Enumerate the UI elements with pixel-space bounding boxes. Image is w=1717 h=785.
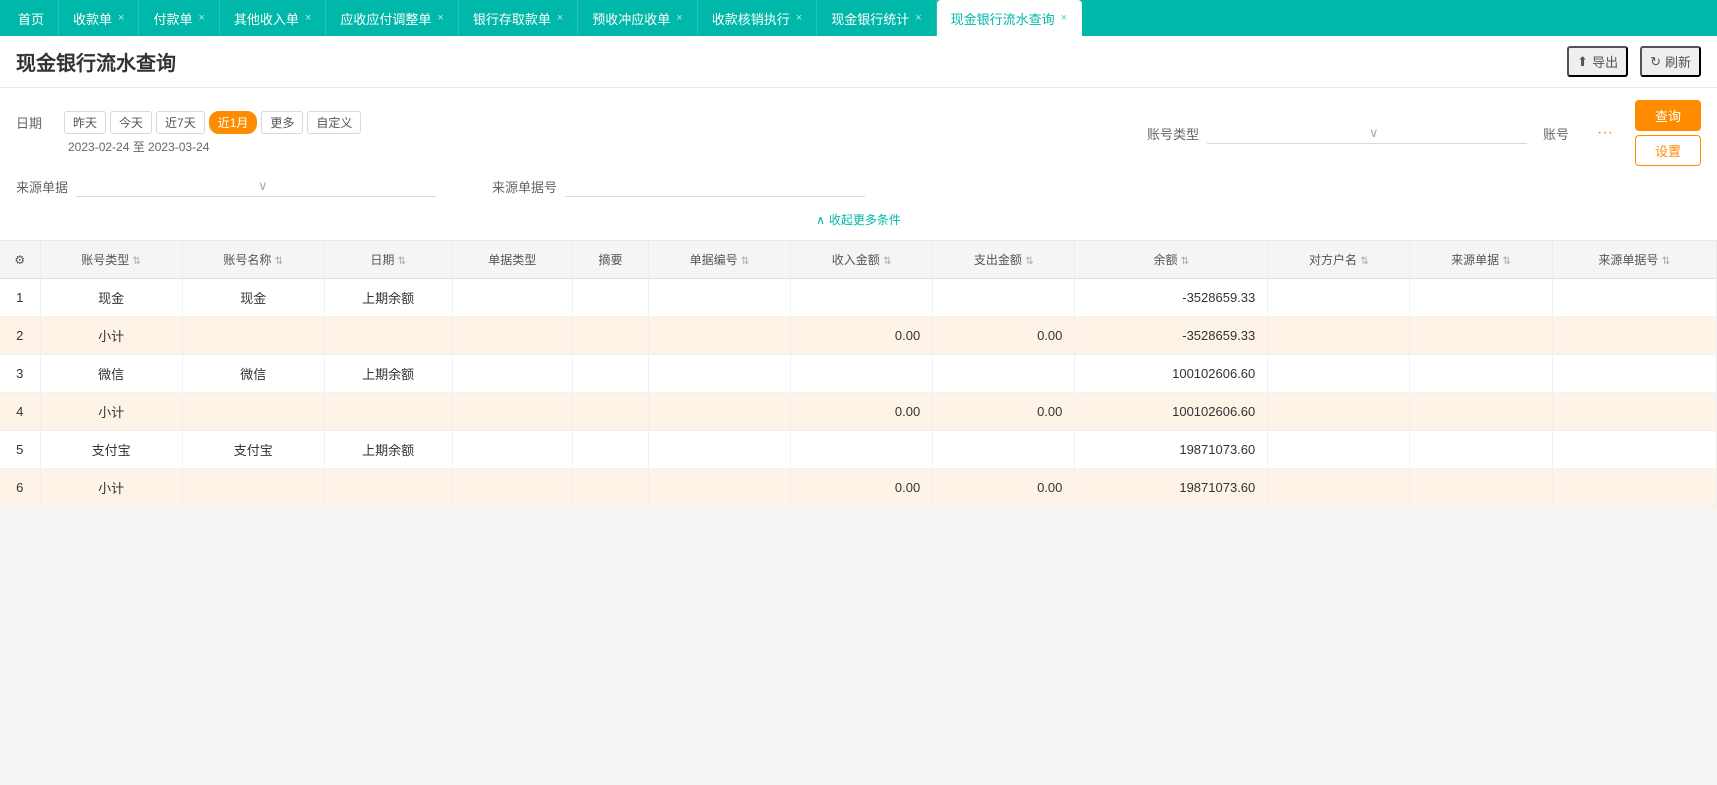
table-row: 3微信微信上期余额100102606.60 [0,355,1717,393]
date-option-自定义[interactable]: 自定义 [307,111,361,134]
table-body: 1现金现金上期余额-3528659.332小计0.000.00-3528659.… [0,279,1717,507]
date-label: 日期 [16,113,56,132]
col-header-3[interactable]: 日期 ⇅ [324,241,452,279]
collapse-up-icon: ∧ [816,213,825,227]
account-type-label: 账号类型 [1147,124,1199,143]
nav-close-icon[interactable]: × [557,12,563,24]
sort-icon-8: ⇅ [1025,256,1033,267]
date-range: 2023-02-24 至 2023-03-24 [68,140,209,154]
gear-icon[interactable]: ⚙ [14,253,25,267]
date-option-近7天[interactable]: 近7天 [156,111,205,134]
nav-close-icon[interactable]: × [437,12,443,24]
filter-row-2: 来源单据 ∨ 来源单据号 [16,176,1701,197]
account-label: 账号 [1543,124,1583,143]
date-option-昨天[interactable]: 昨天 [64,111,106,134]
table-row: 2小计0.000.00-3528659.33 [0,317,1717,355]
nav-close-icon[interactable]: × [796,12,802,24]
col-header-11[interactable]: 来源单据 ⇅ [1410,241,1552,279]
refresh-button[interactable]: ↻ 刷新 [1640,46,1701,77]
table-row: 6小计0.000.0019871073.60 [0,469,1717,507]
source-doc-no-filter: 来源单据号 [492,177,865,197]
nav-item-现金银行流水查询[interactable]: 现金银行流水查询× [937,0,1082,36]
account-type-select[interactable]: ∨ [1207,123,1527,144]
col-header-6[interactable]: 单据编号 ⇅ [648,241,790,279]
account-ellipsis[interactable]: ··· [1591,124,1619,142]
header-actions: ⬆ 导出 ↻ 刷新 [1567,46,1701,77]
sort-icon-7: ⇅ [883,256,891,267]
collapse-label: 收起更多条件 [829,211,901,228]
filter-area: 日期 昨天今天近7天近1月更多自定义 2023-02-24 至 2023-03-… [0,88,1717,241]
nav-close-icon[interactable]: × [305,12,311,24]
nav-item-银行存取款单[interactable]: 银行存取款单× [459,0,578,36]
table-header: ⚙ 账号类型 ⇅账号名称 ⇅日期 ⇅单据类型摘要单据编号 ⇅收入金额 ⇅支出金额 … [0,241,1717,279]
settings-button[interactable]: 设置 [1635,135,1701,166]
col-header-10[interactable]: 对方户名 ⇅ [1268,241,1410,279]
nav-item-收款单[interactable]: 收款单× [59,0,139,36]
source-doc-no-label: 来源单据号 [492,177,557,196]
col-header-5: 摘要 [573,241,649,279]
date-option-近1月[interactable]: 近1月 [209,111,258,134]
table-row: 4小计0.000.00100102606.60 [0,393,1717,431]
nav-item-收款核销执行[interactable]: 收款核销执行× [698,0,817,36]
sort-icon-12: ⇅ [1662,256,1670,267]
sort-icon-3: ⇅ [398,256,406,267]
nav-item-预收冲应收单[interactable]: 预收冲应收单× [578,0,697,36]
col-header-8[interactable]: 支出金额 ⇅ [933,241,1075,279]
page-title: 现金银行流水查询 [16,47,176,76]
source-doc-no-input[interactable] [565,177,865,197]
col-header-12[interactable]: 来源单据号 ⇅ [1552,241,1716,279]
export-button[interactable]: ⬆ 导出 [1567,46,1628,77]
col-header-2[interactable]: 账号名称 ⇅ [182,241,324,279]
collapse-bar[interactable]: ∧ 收起更多条件 [16,207,1701,228]
nav-item-现金银行统计[interactable]: 现金银行统计× [817,0,936,36]
filter-row-1: 日期 昨天今天近7天近1月更多自定义 2023-02-24 至 2023-03-… [16,100,1701,166]
export-icon: ⬆ [1577,54,1588,70]
sort-icon-10: ⇅ [1360,256,1368,267]
col-header-7[interactable]: 收入金额 ⇅ [791,241,933,279]
sort-icon-2: ⇅ [275,256,283,267]
nav-close-icon[interactable]: × [118,12,124,24]
sort-icon-11: ⇅ [1502,256,1510,267]
nav-close-icon[interactable]: × [198,12,204,24]
table-row: 5支付宝支付宝上期余额19871073.60 [0,431,1717,469]
table-row: 1现金现金上期余额-3528659.33 [0,279,1717,317]
sort-icon-1: ⇅ [133,256,141,267]
source-doc-label: 来源单据 [16,177,68,196]
page-header: 现金银行流水查询 ⬆ 导出 ↻ 刷新 [0,36,1717,88]
source-doc-filter: 来源单据 ∨ [16,176,436,197]
top-nav: 首页收款单×付款单×其他收入单×应收应付调整单×银行存取款单×预收冲应收单×收款… [0,0,1717,36]
nav-close-icon[interactable]: × [1061,12,1067,24]
account-filter: 账号 ··· [1543,124,1619,143]
account-type-chevron: ∨ [1369,125,1523,141]
source-doc-chevron: ∨ [258,178,432,194]
date-options: 昨天今天近7天近1月更多自定义 [64,111,361,134]
nav-item-付款单[interactable]: 付款单× [139,0,219,36]
nav-item-其他收入单[interactable]: 其他收入单× [220,0,326,36]
table-area: ⚙ 账号类型 ⇅账号名称 ⇅日期 ⇅单据类型摘要单据编号 ⇅收入金额 ⇅支出金额 … [0,241,1717,507]
account-type-filter: 账号类型 ∨ [1147,123,1527,144]
nav-close-icon[interactable]: × [915,12,921,24]
col-header-9[interactable]: 余额 ⇅ [1075,241,1268,279]
date-option-今天[interactable]: 今天 [110,111,152,134]
nav-item-首页[interactable]: 首页 [4,0,59,36]
nav-item-应收应付调整单[interactable]: 应收应付调整单× [326,0,458,36]
col-header-0: ⚙ [0,241,40,279]
filter-buttons: 查询 设置 [1635,100,1701,166]
data-table: ⚙ 账号类型 ⇅账号名称 ⇅日期 ⇅单据类型摘要单据编号 ⇅收入金额 ⇅支出金额 … [0,241,1717,507]
source-doc-select[interactable]: ∨ [76,176,436,197]
sort-icon-9: ⇅ [1181,256,1189,267]
col-header-4: 单据类型 [452,241,572,279]
refresh-icon: ↻ [1650,54,1661,70]
date-option-更多[interactable]: 更多 [261,111,303,134]
nav-close-icon[interactable]: × [676,12,682,24]
query-button[interactable]: 查询 [1635,100,1701,131]
col-header-1[interactable]: 账号类型 ⇅ [40,241,182,279]
sort-icon-6: ⇅ [741,256,749,267]
